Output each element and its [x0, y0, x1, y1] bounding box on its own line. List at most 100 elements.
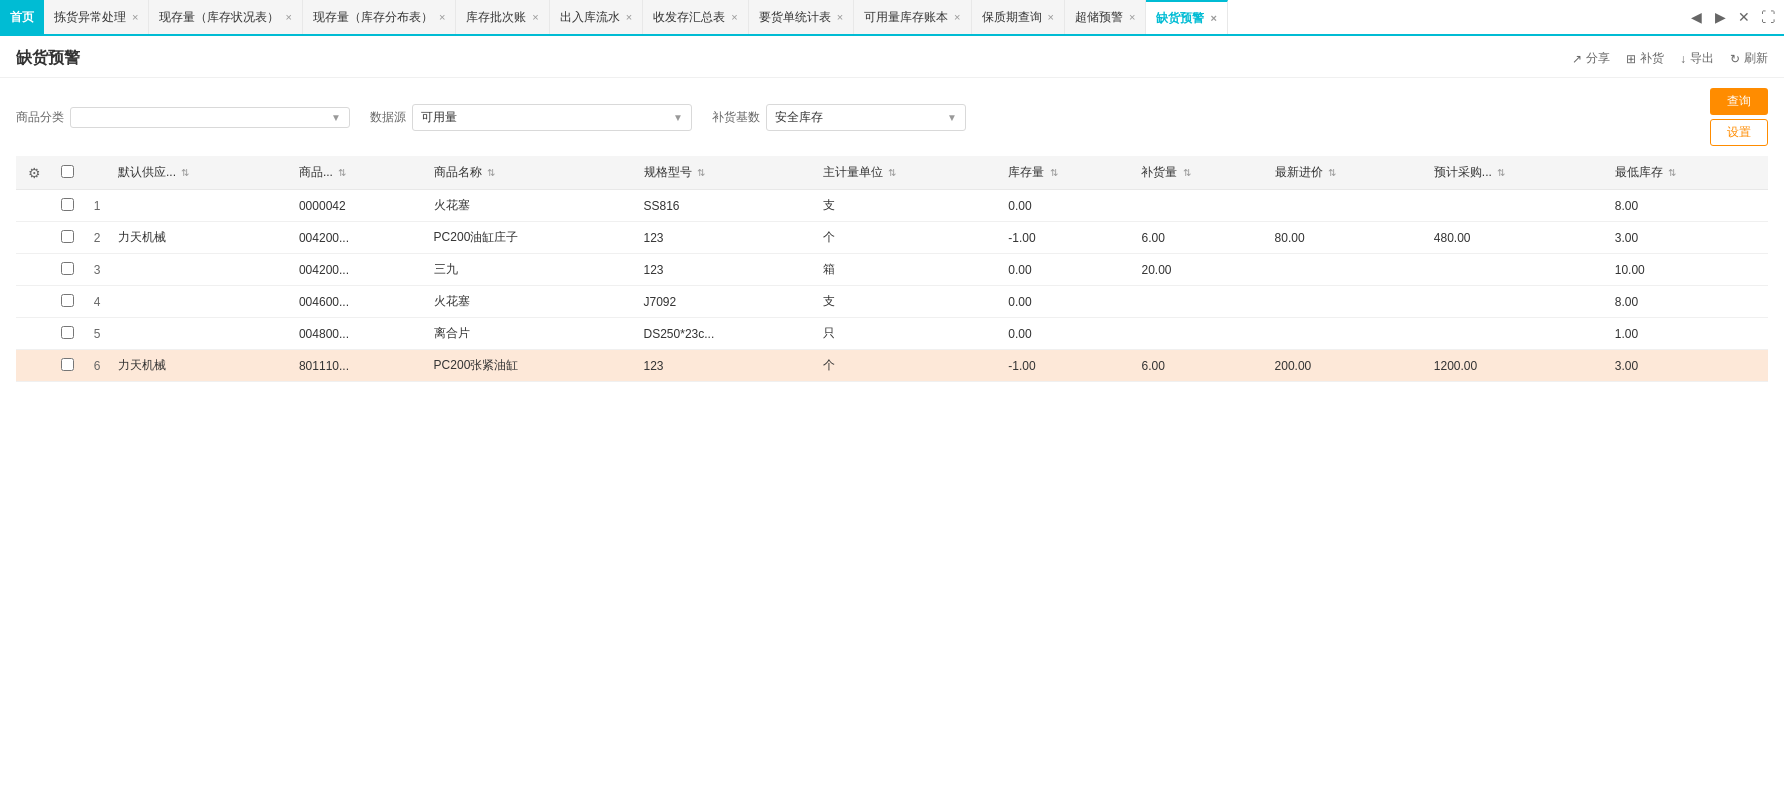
- replenish-button[interactable]: ⊞ 补货: [1626, 50, 1664, 67]
- replenish-icon: ⊞: [1626, 52, 1636, 66]
- row-stock-qty: -1.00: [1002, 222, 1135, 254]
- query-button[interactable]: 查询: [1710, 88, 1768, 115]
- tab-shortage-warning[interactable]: 缺货预警 ×: [1146, 0, 1227, 34]
- filter-actions: 查询 设置: [1710, 88, 1768, 146]
- table-body: 1 0000042 火花塞 SS816 支 0.00 8.00 2 力天机械 0…: [16, 190, 1768, 382]
- tab-batch-account[interactable]: 库存批次账 ×: [456, 0, 549, 34]
- tab-prev-button[interactable]: ◀: [1684, 5, 1708, 29]
- datasource-value: 可用量: [421, 109, 457, 126]
- refresh-button[interactable]: ↻ 刷新: [1730, 50, 1768, 67]
- row-num: 3: [82, 254, 112, 286]
- sort-unit-icon: ⇅: [888, 167, 896, 178]
- settings-button[interactable]: 设置: [1710, 119, 1768, 146]
- col-replenish-qty[interactable]: 补货量 ⇅: [1135, 156, 1268, 190]
- gear-icon[interactable]: ⚙: [28, 165, 41, 181]
- row-stock-qty: 0.00: [1002, 286, 1135, 318]
- row-product-code: 004800...: [293, 318, 428, 350]
- row-settings-cell: [16, 190, 52, 222]
- col-latest-price[interactable]: 最新进价 ⇅: [1269, 156, 1428, 190]
- tab-available-ledger[interactable]: 可用量库存账本 ×: [854, 0, 971, 34]
- row-est-purchase: [1428, 254, 1609, 286]
- row-checkbox-cell[interactable]: [52, 350, 82, 382]
- row-product-name: 火花塞: [428, 190, 638, 222]
- col-spec[interactable]: 规格型号 ⇅: [638, 156, 818, 190]
- row-unit: 只: [817, 318, 1002, 350]
- table-header-row: ⚙ 默认供应... ⇅ 商品... ⇅ 商品名称: [16, 156, 1768, 190]
- row-min-stock: 8.00: [1609, 286, 1768, 318]
- replenish-base-select[interactable]: 安全库存 ▼: [766, 104, 966, 131]
- row-num: 6: [82, 350, 112, 382]
- tab-close-all-button[interactable]: ✕: [1732, 5, 1756, 29]
- tab-home[interactable]: 首页: [0, 0, 44, 34]
- close-demand-stat-tab[interactable]: ×: [837, 11, 843, 23]
- tab-demand-stat[interactable]: 要货单统计表 ×: [749, 0, 854, 34]
- col-unit[interactable]: 主计量单位 ⇅: [817, 156, 1002, 190]
- sort-replenish-icon: ⇅: [1183, 167, 1191, 178]
- row-product-code: 004200...: [293, 222, 428, 254]
- row-supplier: [112, 318, 293, 350]
- row-latest-price: 80.00: [1269, 222, 1428, 254]
- tab-inventory-status[interactable]: 现存量（库存状况表） ×: [149, 0, 302, 34]
- row-settings-cell: [16, 318, 52, 350]
- tab-inventory-dist[interactable]: 现存量（库存分布表） ×: [303, 0, 456, 34]
- close-exception-tab[interactable]: ×: [132, 11, 138, 23]
- row-settings-cell: [16, 254, 52, 286]
- close-batch-account-tab[interactable]: ×: [532, 11, 538, 23]
- sort-price-icon: ⇅: [1328, 167, 1336, 178]
- tab-expiry-query[interactable]: 保质期查询 ×: [972, 0, 1065, 34]
- close-inventory-dist-tab[interactable]: ×: [439, 11, 445, 23]
- header-actions: ↗ 分享 ⊞ 补货 ↓ 导出 ↻ 刷新: [1572, 50, 1768, 67]
- tab-next-button[interactable]: ▶: [1708, 5, 1732, 29]
- close-in-out-flow-tab[interactable]: ×: [626, 11, 632, 23]
- close-overstock-warning-tab[interactable]: ×: [1129, 11, 1135, 23]
- col-settings[interactable]: ⚙: [16, 156, 52, 190]
- row-latest-price: [1269, 254, 1428, 286]
- row-checkbox[interactable]: [61, 294, 74, 307]
- tab-in-out-flow[interactable]: 出入库流水 ×: [550, 0, 643, 34]
- row-checkbox[interactable]: [61, 230, 74, 243]
- share-button[interactable]: ↗ 分享: [1572, 50, 1610, 67]
- row-checkbox[interactable]: [61, 262, 74, 275]
- category-select[interactable]: ▼: [70, 107, 350, 128]
- row-stock-qty: 0.00: [1002, 190, 1135, 222]
- sort-est-purchase-icon: ⇅: [1497, 167, 1505, 178]
- close-available-ledger-tab[interactable]: ×: [954, 11, 960, 23]
- row-checkbox-cell[interactable]: [52, 318, 82, 350]
- row-supplier: [112, 190, 293, 222]
- replenish-base-filter: 补货基数 安全库存 ▼: [712, 104, 966, 131]
- row-replenish-qty: 6.00: [1135, 350, 1268, 382]
- col-est-purchase[interactable]: 预计采购... ⇅: [1428, 156, 1609, 190]
- row-checkbox[interactable]: [61, 198, 74, 211]
- row-checkbox[interactable]: [61, 326, 74, 339]
- datasource-select[interactable]: 可用量 ▼: [412, 104, 692, 131]
- tab-exception[interactable]: 拣货异常处理 ×: [44, 0, 149, 34]
- close-expiry-query-tab[interactable]: ×: [1048, 11, 1054, 23]
- tab-receipt-summary[interactable]: 收发存汇总表 ×: [643, 0, 748, 34]
- col-product-name[interactable]: 商品名称 ⇅: [428, 156, 638, 190]
- select-all-checkbox[interactable]: [61, 165, 74, 178]
- tab-overstock-warning[interactable]: 超储预警 ×: [1065, 0, 1146, 34]
- col-checkbox[interactable]: [52, 156, 82, 190]
- close-shortage-warning-tab[interactable]: ×: [1210, 12, 1216, 24]
- datasource-label: 数据源: [370, 109, 406, 126]
- row-checkbox[interactable]: [61, 358, 74, 371]
- row-latest-price: 200.00: [1269, 350, 1428, 382]
- row-checkbox-cell[interactable]: [52, 286, 82, 318]
- col-product-code[interactable]: 商品... ⇅: [293, 156, 428, 190]
- row-checkbox-cell[interactable]: [52, 222, 82, 254]
- replenish-base-value: 安全库存: [775, 109, 823, 126]
- row-spec: J7092: [638, 286, 818, 318]
- tab-fullscreen-button[interactable]: ⛶: [1756, 5, 1780, 29]
- row-checkbox-cell[interactable]: [52, 254, 82, 286]
- close-receipt-summary-tab[interactable]: ×: [731, 11, 737, 23]
- row-min-stock: 1.00: [1609, 318, 1768, 350]
- table-row: 2 力天机械 004200... PC200油缸庄子 123 个 -1.00 6…: [16, 222, 1768, 254]
- col-default-supplier[interactable]: 默认供应... ⇅: [112, 156, 293, 190]
- row-checkbox-cell[interactable]: [52, 190, 82, 222]
- export-button[interactable]: ↓ 导出: [1680, 50, 1714, 67]
- col-min-stock[interactable]: 最低库存 ⇅: [1609, 156, 1768, 190]
- col-stock-qty[interactable]: 库存量 ⇅: [1002, 156, 1135, 190]
- row-settings-cell: [16, 350, 52, 382]
- table-row: 1 0000042 火花塞 SS816 支 0.00 8.00: [16, 190, 1768, 222]
- close-inventory-status-tab[interactable]: ×: [285, 11, 291, 23]
